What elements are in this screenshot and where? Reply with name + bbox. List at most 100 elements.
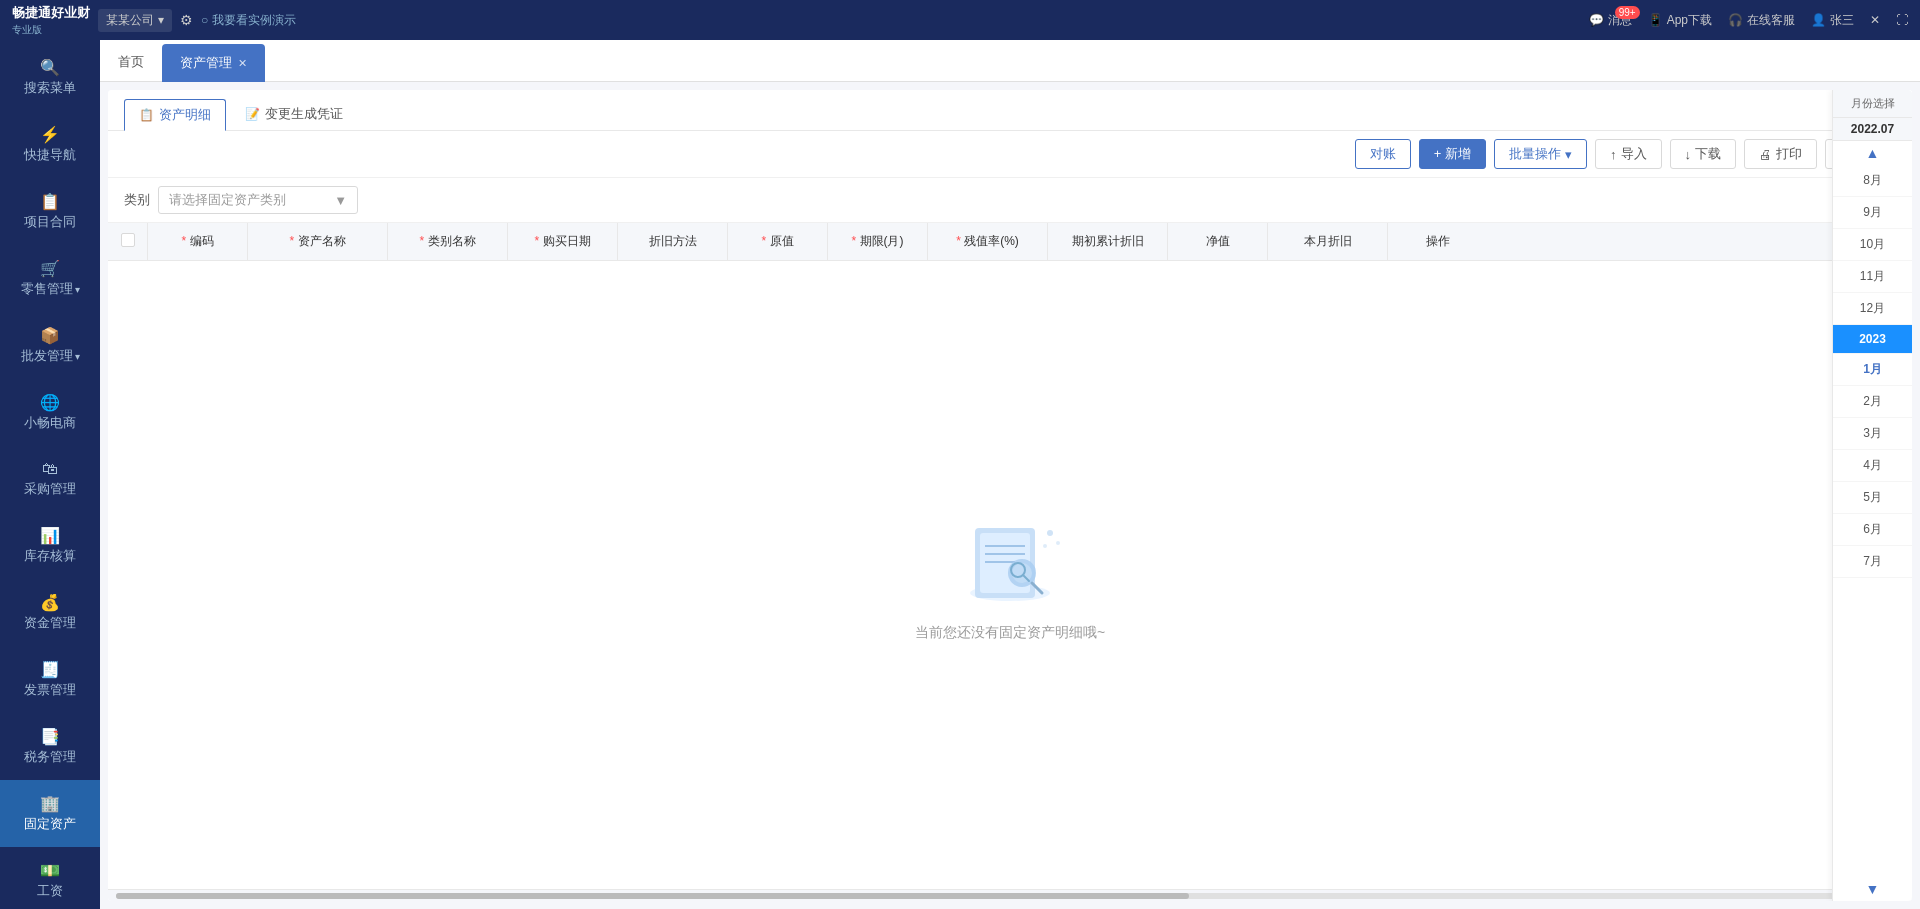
month-item-nov[interactable]: 11月 bbox=[1833, 261, 1912, 293]
page-content: 📋 资产明细 📝 变更生成凭证 对账 + 新增 批量操作 ▾ ↑ 导入 bbox=[108, 90, 1912, 901]
print-button[interactable]: 🖨 打印 bbox=[1744, 139, 1817, 169]
top-bar-left: 畅捷通好业财 专业版 某某公司 ▾ ⚙ ○ 我要看实例演示 bbox=[12, 4, 296, 37]
month-item-aug[interactable]: 8月 bbox=[1833, 165, 1912, 197]
sidebar-item-purchase[interactable]: 🛍 采购管理 bbox=[0, 446, 100, 512]
asset-detail-icon: 📋 bbox=[139, 108, 154, 122]
sidebar-item-quick-nav[interactable]: ⚡ 快捷导航 bbox=[0, 111, 100, 178]
sidebar-item-project[interactable]: 📋 项目合同 bbox=[0, 178, 100, 245]
th-checkbox bbox=[108, 223, 148, 260]
sub-tab-change-voucher[interactable]: 📝 变更生成凭证 bbox=[230, 98, 358, 130]
month-down-arrow[interactable]: ▼ bbox=[1866, 881, 1880, 897]
month-nav-up[interactable]: ▲ bbox=[1833, 141, 1912, 165]
company-selector[interactable]: 某某公司 ▾ bbox=[98, 9, 172, 32]
scrollbar-track bbox=[116, 893, 1904, 899]
close-window-button[interactable]: ✕ bbox=[1870, 13, 1880, 27]
sidebar-item-inventory[interactable]: 📊 库存核算 bbox=[0, 512, 100, 579]
ecommerce-icon: 🌐 bbox=[0, 393, 100, 412]
sidebar-item-tax[interactable]: 📑 税务管理 bbox=[0, 713, 100, 780]
add-button[interactable]: + 新增 bbox=[1419, 139, 1486, 169]
download-button[interactable]: ↓ 下载 bbox=[1670, 139, 1737, 169]
tax-icon: 📑 bbox=[0, 727, 100, 746]
month-item-apr[interactable]: 4月 bbox=[1833, 450, 1912, 482]
tab-asset-management[interactable]: 资产管理 ✕ bbox=[162, 44, 265, 82]
user-menu[interactable]: 👤 张三 bbox=[1811, 12, 1854, 29]
svg-point-12 bbox=[1056, 541, 1060, 545]
month-item-mar[interactable]: 3月 bbox=[1833, 418, 1912, 450]
sidebar-item-wholesale[interactable]: 📦 批发管理▾ bbox=[0, 312, 100, 379]
th-category: 类别名称 bbox=[388, 223, 508, 260]
month-item-oct[interactable]: 10月 bbox=[1833, 229, 1912, 261]
current-year-marker: 2023 bbox=[1833, 325, 1912, 354]
month-panel-title: 月份选择 bbox=[1833, 90, 1912, 118]
finance-icon: 💰 bbox=[0, 593, 100, 612]
dropdown-icon: ▾ bbox=[1565, 147, 1572, 162]
month-item-feb[interactable]: 2月 bbox=[1833, 386, 1912, 418]
th-name: 资产名称 bbox=[248, 223, 388, 260]
demo-link[interactable]: ○ 我要看实例演示 bbox=[201, 12, 296, 29]
sidebar-item-ecommerce[interactable]: 🌐 小畅电商 bbox=[0, 379, 100, 446]
month-panel: 月份选择 2022.07 ▲ 8月 9月 10月 11月 12月 2023 1月… bbox=[1832, 90, 1912, 901]
sub-tab-asset-detail[interactable]: 📋 资产明细 bbox=[124, 99, 226, 131]
filter-bar: 类别 请选择固定资产类别 ▼ bbox=[108, 178, 1912, 223]
message-button[interactable]: 💬 消息 99+ bbox=[1589, 12, 1632, 29]
month-panel-year[interactable]: 2022.07 bbox=[1833, 118, 1912, 141]
sidebar-item-invoice[interactable]: 🧾 发票管理 bbox=[0, 646, 100, 713]
change-voucher-icon: 📝 bbox=[245, 107, 260, 121]
sidebar-item-retail[interactable]: 🛒 零售管理▾ bbox=[0, 245, 100, 312]
quick-nav-icon: ⚡ bbox=[0, 125, 100, 144]
sidebar-item-salary[interactable]: 💵 工资 bbox=[0, 847, 100, 909]
online-service-button[interactable]: 🎧 在线客服 bbox=[1728, 12, 1795, 29]
user-icon: 👤 bbox=[1811, 13, 1826, 27]
import-icon: ↑ bbox=[1610, 147, 1617, 162]
chevron-down-icon: ▾ bbox=[158, 13, 164, 27]
sidebar-item-search[interactable]: 🔍 搜索菜单 bbox=[0, 44, 100, 111]
top-bar-right: 💬 消息 99+ 📱 App下载 🎧 在线客服 👤 张三 ✕ ⛶ bbox=[1589, 12, 1908, 29]
project-icon: 📋 bbox=[0, 192, 100, 211]
th-monthly-depreciation: 本月折旧 bbox=[1268, 223, 1388, 260]
month-item-jul[interactable]: 7月 bbox=[1833, 546, 1912, 578]
th-code: 编码 bbox=[148, 223, 248, 260]
app-download-button[interactable]: 📱 App下载 bbox=[1648, 12, 1712, 29]
sidebar-item-fixed-assets[interactable]: 🏢 固定资产 bbox=[0, 780, 100, 847]
tab-close-icon[interactable]: ✕ bbox=[238, 57, 247, 70]
month-up-arrow[interactable]: ▲ bbox=[1866, 145, 1880, 161]
brand-logo: 畅捷通好业财 专业版 bbox=[12, 4, 90, 37]
wholesale-icon: 📦 bbox=[0, 326, 100, 345]
scrollbar-thumb[interactable] bbox=[116, 893, 1189, 899]
th-accumulated-depreciation: 期初累计折旧 bbox=[1048, 223, 1168, 260]
salary-icon: 💵 bbox=[0, 861, 100, 880]
th-operations: 操作 bbox=[1388, 223, 1488, 260]
chevron-icon: ▾ bbox=[75, 284, 80, 295]
th-purchase-date: 购买日期 bbox=[508, 223, 618, 260]
month-item-jun[interactable]: 6月 bbox=[1833, 514, 1912, 546]
reconcile-button[interactable]: 对账 bbox=[1355, 139, 1411, 169]
th-depreciation-method: 折旧方法 bbox=[618, 223, 728, 260]
invoice-icon: 🧾 bbox=[0, 660, 100, 679]
month-item-sep[interactable]: 9月 bbox=[1833, 197, 1912, 229]
download-icon: ↓ bbox=[1685, 147, 1692, 162]
month-nav-down[interactable]: ▼ bbox=[1833, 877, 1912, 901]
svg-point-11 bbox=[1047, 530, 1053, 536]
category-filter[interactable]: 请选择固定资产类别 ▼ bbox=[158, 186, 358, 214]
filter-label: 类别 bbox=[124, 191, 150, 209]
settings-icon[interactable]: ⚙ bbox=[180, 12, 193, 28]
sidebar-item-finance[interactable]: 💰 资金管理 bbox=[0, 579, 100, 646]
month-item-dec[interactable]: 12月 bbox=[1833, 293, 1912, 325]
maximize-button[interactable]: ⛶ bbox=[1896, 13, 1908, 27]
empty-state: 当前您还没有固定资产明细哦~ bbox=[108, 261, 1912, 889]
empty-text: 当前您还没有固定资产明细哦~ bbox=[915, 624, 1105, 642]
th-residual-rate: 残值率(%) bbox=[928, 223, 1048, 260]
month-item-jan[interactable]: 1月 bbox=[1833, 354, 1912, 386]
tab-home[interactable]: 首页 bbox=[100, 43, 162, 81]
batch-ops-button[interactable]: 批量操作 ▾ bbox=[1494, 139, 1587, 169]
select-all-checkbox[interactable] bbox=[121, 233, 135, 247]
empty-illustration bbox=[950, 508, 1070, 608]
sidebar: 🔍 搜索菜单 ⚡ 快捷导航 📋 项目合同 🛒 零售管理▾ 📦 批发管理▾ 🌐 小… bbox=[0, 40, 100, 909]
month-item-may[interactable]: 5月 bbox=[1833, 482, 1912, 514]
th-original-value: 原值 bbox=[728, 223, 828, 260]
import-button[interactable]: ↑ 导入 bbox=[1595, 139, 1662, 169]
toolbar: 对账 + 新增 批量操作 ▾ ↑ 导入 ↓ 下载 🖨 打印 bbox=[108, 131, 1912, 178]
th-net-value: 净值 bbox=[1168, 223, 1268, 260]
table-header: 编码 资产名称 类别名称 购买日期 折旧方法 原值 期限(月) 残值率(%) 期… bbox=[108, 223, 1912, 261]
horizontal-scrollbar[interactable] bbox=[108, 889, 1912, 901]
